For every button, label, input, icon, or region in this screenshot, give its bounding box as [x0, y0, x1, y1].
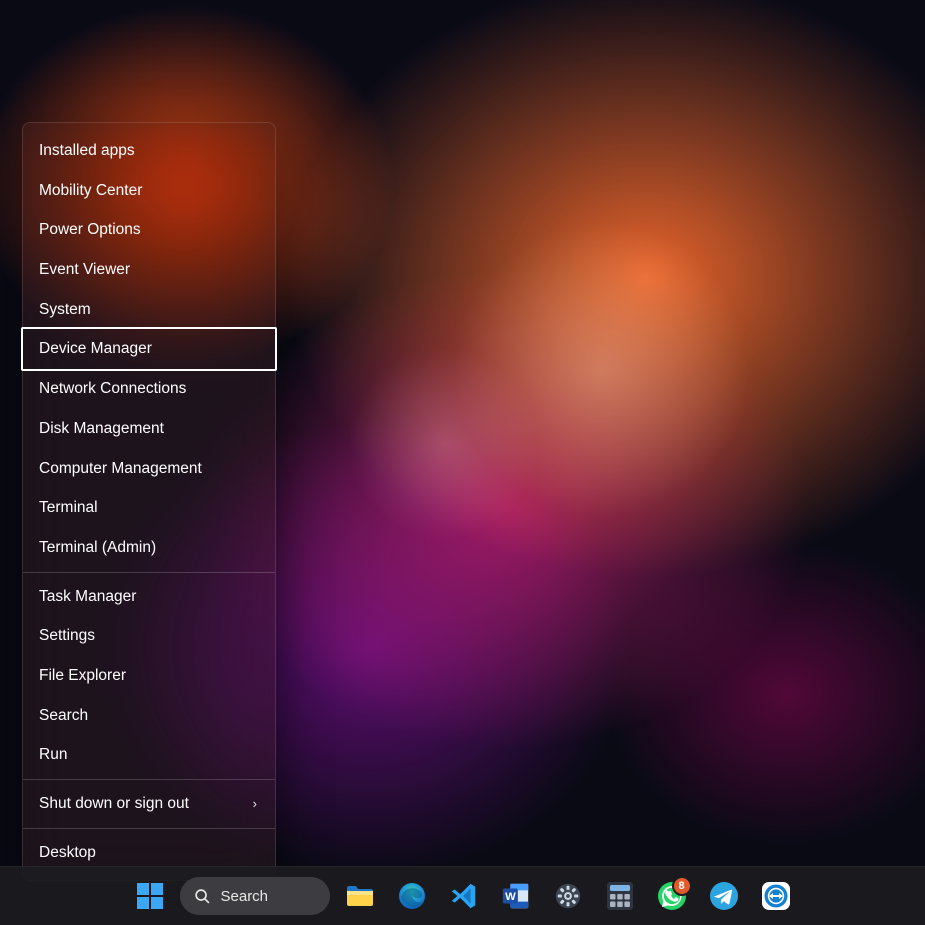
taskbar-whatsapp[interactable]: 8: [650, 874, 694, 918]
taskbar: Search: [0, 866, 925, 925]
winx-item-event-viewer[interactable]: Event Viewer: [23, 250, 275, 290]
search-icon: [194, 888, 211, 905]
windows-logo-icon: [136, 882, 164, 910]
winx-item-label: Search: [39, 705, 88, 727]
telegram-icon: [708, 880, 740, 912]
winx-item-computer-management[interactable]: Computer Management: [23, 449, 275, 489]
edge-icon: [396, 880, 428, 912]
winx-item-search[interactable]: Search: [23, 696, 275, 736]
winx-item-device-manager[interactable]: Device Manager: [23, 329, 275, 369]
chevron-right-icon: ›: [253, 795, 259, 813]
menu-separator: [23, 572, 275, 573]
winx-item-label: Event Viewer: [39, 259, 130, 281]
winx-item-label: Disk Management: [39, 418, 164, 440]
whatsapp-badge: 8: [672, 876, 692, 896]
start-button[interactable]: [128, 874, 172, 918]
winx-item-label: Network Connections: [39, 378, 186, 400]
word-icon: W: [501, 881, 531, 911]
vscode-icon: [449, 881, 479, 911]
taskbar-settings[interactable]: [546, 874, 590, 918]
taskbar-file-explorer[interactable]: [338, 874, 382, 918]
taskbar-search-label: Search: [221, 888, 269, 905]
winx-item-label: Settings: [39, 625, 95, 647]
taskbar-teamviewer[interactable]: [754, 874, 798, 918]
file-explorer-icon: [344, 880, 376, 912]
winx-item-label: Task Manager: [39, 586, 136, 608]
taskbar-calculator[interactable]: [598, 874, 642, 918]
svg-text:W: W: [505, 891, 516, 903]
winx-item-label: Run: [39, 744, 67, 766]
winx-item-label: Mobility Center: [39, 180, 142, 202]
menu-separator: [23, 779, 275, 780]
winx-item-label: System: [39, 299, 91, 321]
winx-item-file-explorer[interactable]: File Explorer: [23, 656, 275, 696]
winx-item-installed-apps[interactable]: Installed apps: [23, 131, 275, 171]
winx-item-label: Terminal: [39, 497, 98, 519]
winx-item-disk-management[interactable]: Disk Management: [23, 409, 275, 449]
teamviewer-icon: [760, 880, 792, 912]
taskbar-edge[interactable]: [390, 874, 434, 918]
winx-item-label: Desktop: [39, 842, 96, 864]
winx-item-settings[interactable]: Settings: [23, 616, 275, 656]
calculator-icon: [606, 881, 634, 911]
winx-item-label: Computer Management: [39, 458, 202, 480]
winx-item-label: Shut down or sign out: [39, 793, 189, 815]
winx-item-label: Device Manager: [39, 338, 152, 360]
winx-item-terminal[interactable]: Terminal: [23, 488, 275, 528]
winx-item-run[interactable]: Run: [23, 735, 275, 775]
taskbar-search[interactable]: Search: [180, 877, 330, 915]
taskbar-word[interactable]: W: [494, 874, 538, 918]
winx-item-system[interactable]: System: [23, 290, 275, 330]
taskbar-telegram[interactable]: [702, 874, 746, 918]
taskbar-vscode[interactable]: [442, 874, 486, 918]
winx-item-network-connections[interactable]: Network Connections: [23, 369, 275, 409]
winx-item-task-manager[interactable]: Task Manager: [23, 577, 275, 617]
menu-separator: [23, 828, 275, 829]
winx-item-label: Power Options: [39, 219, 141, 241]
winx-item-shut-down-or-sign-out[interactable]: Shut down or sign out ›: [23, 784, 275, 824]
winx-item-label: File Explorer: [39, 665, 126, 687]
winx-item-power-options[interactable]: Power Options: [23, 210, 275, 250]
winx-item-terminal-admin[interactable]: Terminal (Admin): [23, 528, 275, 568]
winx-item-label: Terminal (Admin): [39, 537, 156, 559]
winx-item-label: Installed apps: [39, 140, 135, 162]
gear-icon: [553, 881, 583, 911]
winx-item-mobility-center[interactable]: Mobility Center: [23, 171, 275, 211]
winx-context-menu: Installed apps Mobility Center Power Optio…: [22, 122, 276, 881]
